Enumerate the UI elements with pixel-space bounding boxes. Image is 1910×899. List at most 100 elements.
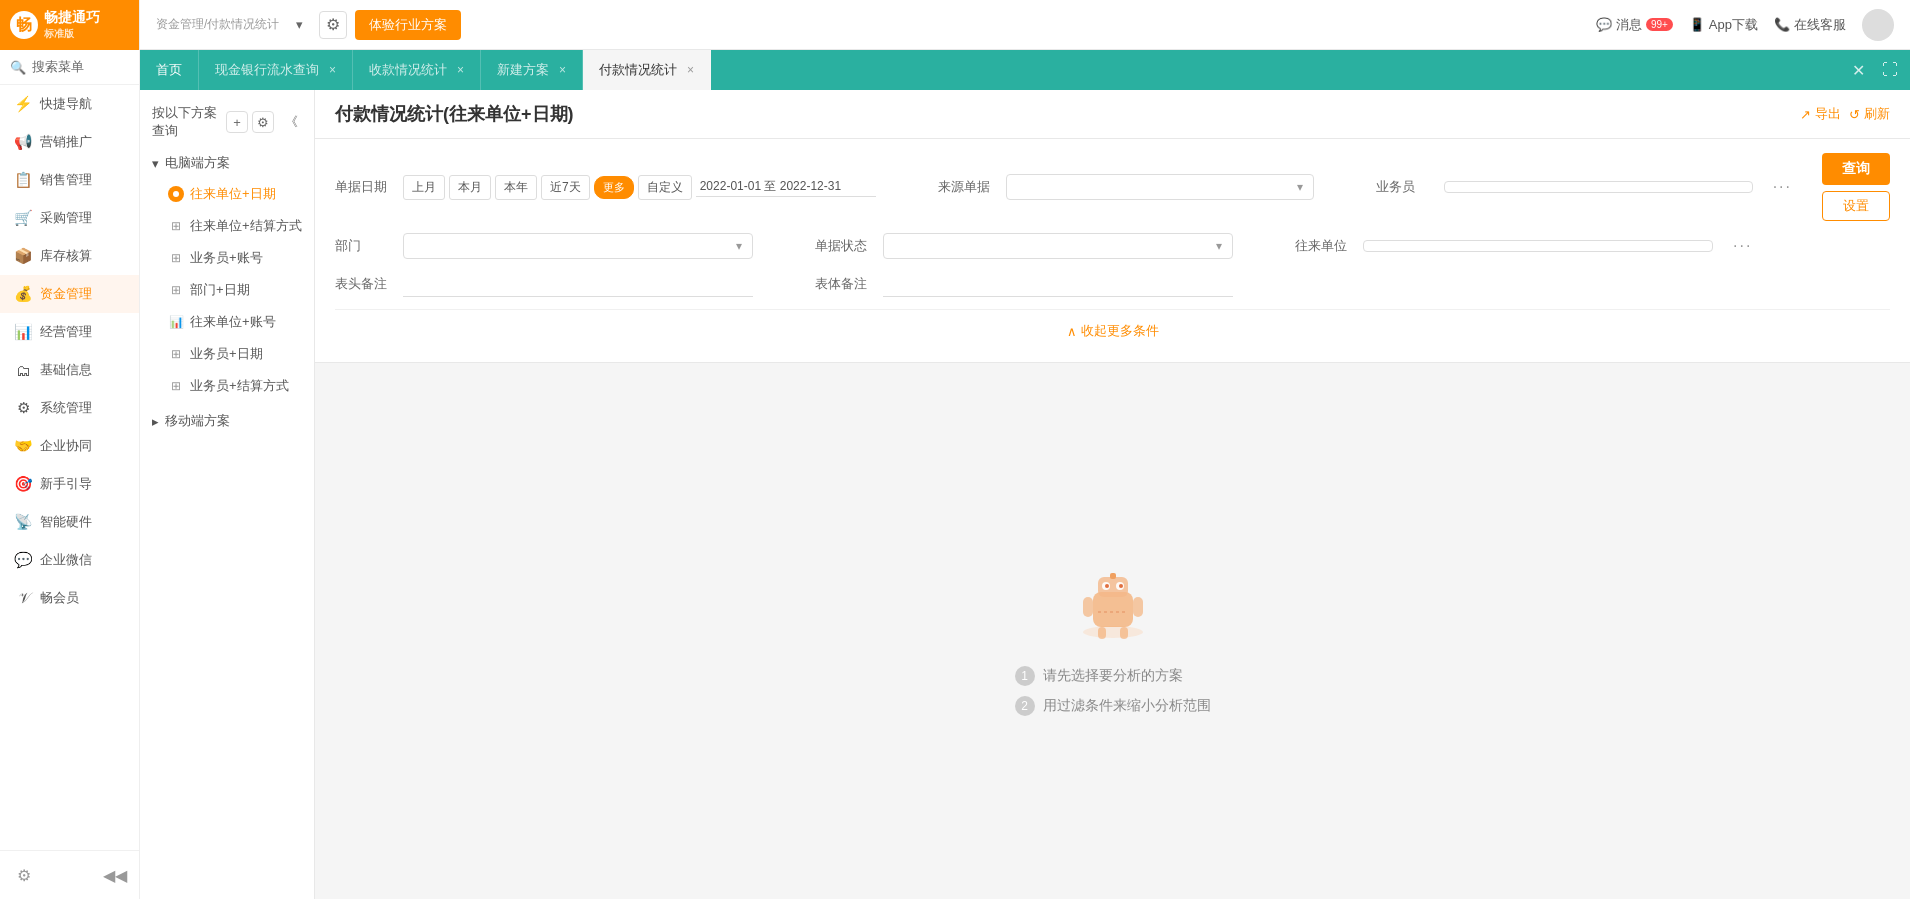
scheme-group-mobile-header[interactable]: ▸ 移动端方案 (140, 406, 314, 436)
date-btn-last-month[interactable]: 上月 (403, 175, 445, 200)
tab-home[interactable]: 首页 (140, 50, 199, 90)
sidebar-collapse-icon[interactable]: ◀◀ (101, 861, 129, 889)
table-header-note-input[interactable] (403, 271, 753, 297)
svg-rect-10 (1098, 627, 1106, 639)
dept-arrow-icon: ▾ (736, 239, 742, 253)
partner-select[interactable] (1363, 240, 1713, 252)
sidebar-item-sales[interactable]: 📋 销售管理 (0, 161, 139, 199)
messages-btn[interactable]: 💬 消息 99+ (1596, 16, 1673, 34)
sidebar-item-member[interactable]: 𝒱 畅会员 (0, 579, 139, 617)
salesperson-label: 业务员 (1376, 178, 1428, 196)
edition-label: 标准版 (44, 27, 100, 41)
sidebar-item-inventory[interactable]: 📦 库存核算 (0, 237, 139, 275)
fullscreen-icon[interactable]: ⛶ (1878, 58, 1902, 82)
online-service-btn[interactable]: 📞 在线客服 (1774, 16, 1846, 34)
empty-state: 1 请先选择要分析的方案 2 用过滤条件来缩小分析范围 (1015, 547, 1211, 716)
svg-rect-9 (1133, 597, 1143, 617)
date-btn-custom[interactable]: 自定义 (638, 175, 692, 200)
sidebar-settings-icon[interactable]: ⚙ (10, 861, 38, 889)
sidebar-item-hardware[interactable]: 📡 智能硬件 (0, 503, 139, 541)
sidebar-item-label: 企业微信 (40, 551, 92, 569)
sidebar-item-operation[interactable]: 📊 经营管理 (0, 313, 139, 351)
breadcrumb: 资金管理/付款情况统计 (156, 16, 279, 33)
sidebar-item-label: 采购管理 (40, 209, 92, 227)
sidebar-item-finance[interactable]: 💰 资金管理 (0, 275, 139, 313)
sidebar-item-label: 企业协同 (40, 437, 92, 455)
scheme-item-salesperson-date[interactable]: ⊞ 业务员+日期 (140, 338, 314, 370)
tab-new-scheme-close[interactable]: × (559, 63, 566, 77)
app-download-btn[interactable]: 📱 App下载 (1689, 16, 1758, 34)
tab-receipt-stats[interactable]: 收款情况统计 × (353, 50, 481, 90)
date-range-input[interactable] (696, 178, 876, 197)
tab-payment-stats-label: 付款情况统计 (599, 61, 677, 79)
logo-icon: 畅 (10, 11, 38, 39)
table-header-note-field[interactable] (403, 276, 753, 291)
sidebar-item-label: 系统管理 (40, 399, 92, 417)
scheme-settings-btn[interactable]: ⚙ (252, 111, 274, 133)
scheme-collapse-btn[interactable]: 《 (280, 111, 302, 133)
topbar-right: 💬 消息 99+ 📱 App下载 📞 在线客服 (1596, 9, 1894, 41)
partner-dots-btn[interactable]: ··· (1729, 237, 1756, 255)
filter-row-3: 表头备注 表体备注 (335, 271, 1890, 297)
query-btn[interactable]: 查询 (1822, 153, 1890, 185)
sidebar-item-marketing[interactable]: 📢 营销推广 (0, 123, 139, 161)
tab-cash-flow-close[interactable]: × (329, 63, 336, 77)
scheme-item-salesperson-account[interactable]: ⊞ 业务员+账号 (140, 242, 314, 274)
sidebar-item-label: 营销推广 (40, 133, 92, 151)
sidebar-item-system[interactable]: ⚙ 系统管理 (0, 389, 139, 427)
sidebar-search[interactable]: 🔍 搜索菜单 (0, 50, 139, 85)
scheme-item-salesperson-payment[interactable]: ⊞ 业务员+结算方式 (140, 370, 314, 402)
scheme-group-desktop-header[interactable]: ▾ 电脑端方案 (140, 148, 314, 178)
scheme-item-label: 部门+日期 (190, 281, 250, 299)
hint-text-2: 用过滤条件来缩小分析范围 (1043, 697, 1211, 715)
scheme-item-partner-payment[interactable]: ⊞ 往来单位+结算方式 (140, 210, 314, 242)
table-icon: ⊞ (168, 250, 184, 266)
export-icon: ↗ (1800, 107, 1811, 122)
sidebar-item-guide[interactable]: 🎯 新手引导 (0, 465, 139, 503)
tab-cash-flow[interactable]: 现金银行流水查询 × (199, 50, 353, 90)
salesperson-select[interactable] (1444, 181, 1752, 193)
sidebar-item-enterprise[interactable]: 🤝 企业协同 (0, 427, 139, 465)
scheme-item-partner-date[interactable]: 往来单位+日期 (140, 178, 314, 210)
online-service-label: 在线客服 (1794, 16, 1846, 34)
tab-new-scheme[interactable]: 新建方案 × (481, 50, 583, 90)
sidebar-item-label: 基础信息 (40, 361, 92, 379)
table-body-note-field[interactable] (883, 276, 1233, 291)
doc-status-select[interactable]: ▾ (883, 233, 1233, 259)
filter-settings-btn[interactable]: 设置 (1822, 191, 1890, 221)
sidebar-item-wechat[interactable]: 💬 企业微信 (0, 541, 139, 579)
page-header: 付款情况统计(往来单位+日期) ↗ 导出 ↺ 刷新 (315, 90, 1910, 139)
date-label: 单据日期 (335, 178, 387, 196)
refresh-btn[interactable]: ↺ 刷新 (1849, 105, 1890, 123)
user-avatar[interactable] (1862, 9, 1894, 41)
breadcrumb-dropdown[interactable]: ▾ (287, 13, 311, 37)
date-btn-last-7days[interactable]: 近7天 (541, 175, 590, 200)
doc-status-label: 单据状态 (815, 237, 867, 255)
tab-receipt-stats-close[interactable]: × (457, 63, 464, 77)
tab-payment-stats[interactable]: 付款情况统计 × (583, 50, 711, 90)
dept-select[interactable]: ▾ (403, 233, 753, 259)
table-body-note-input[interactable] (883, 271, 1233, 297)
inventory-icon: 📦 (14, 247, 32, 265)
salesperson-dots-btn[interactable]: ··· (1769, 178, 1796, 196)
topbar: 资金管理/付款情况统计 ▾ ⚙ 体验行业方案 💬 消息 99+ 📱 App下载 … (140, 0, 1910, 50)
filter-area: 单据日期 上月 本月 本年 近7天 更多 自定义 来源单据 ▾ (315, 139, 1910, 363)
scheme-item-partner-account[interactable]: 📊 往来单位+账号 (140, 306, 314, 338)
topbar-gear-btn[interactable]: ⚙ (319, 11, 347, 39)
date-btn-this-month[interactable]: 本月 (449, 175, 491, 200)
try-industry-btn[interactable]: 体验行业方案 (355, 10, 461, 40)
export-btn[interactable]: ↗ 导出 (1800, 105, 1841, 123)
tab-payment-stats-close[interactable]: × (687, 63, 694, 77)
add-scheme-btn[interactable]: + (226, 111, 248, 133)
result-area: 1 请先选择要分析的方案 2 用过滤条件来缩小分析范围 (315, 363, 1910, 899)
scheme-item-dept-date[interactable]: ⊞ 部门+日期 (140, 274, 314, 306)
sidebar-item-quick-nav[interactable]: ⚡ 快捷导航 (0, 85, 139, 123)
close-all-tabs-icon[interactable]: ✕ (1846, 58, 1870, 82)
sidebar-item-base[interactable]: 🗂 基础信息 (0, 351, 139, 389)
date-btn-more[interactable]: 更多 (594, 176, 634, 199)
date-btn-this-year[interactable]: 本年 (495, 175, 537, 200)
sidebar-item-purchase[interactable]: 🛒 采购管理 (0, 199, 139, 237)
page-title: 付款情况统计(往来单位+日期) (335, 102, 574, 126)
collapse-more-btn[interactable]: ∧ 收起更多条件 (1067, 322, 1159, 340)
source-select[interactable]: ▾ (1006, 174, 1314, 200)
